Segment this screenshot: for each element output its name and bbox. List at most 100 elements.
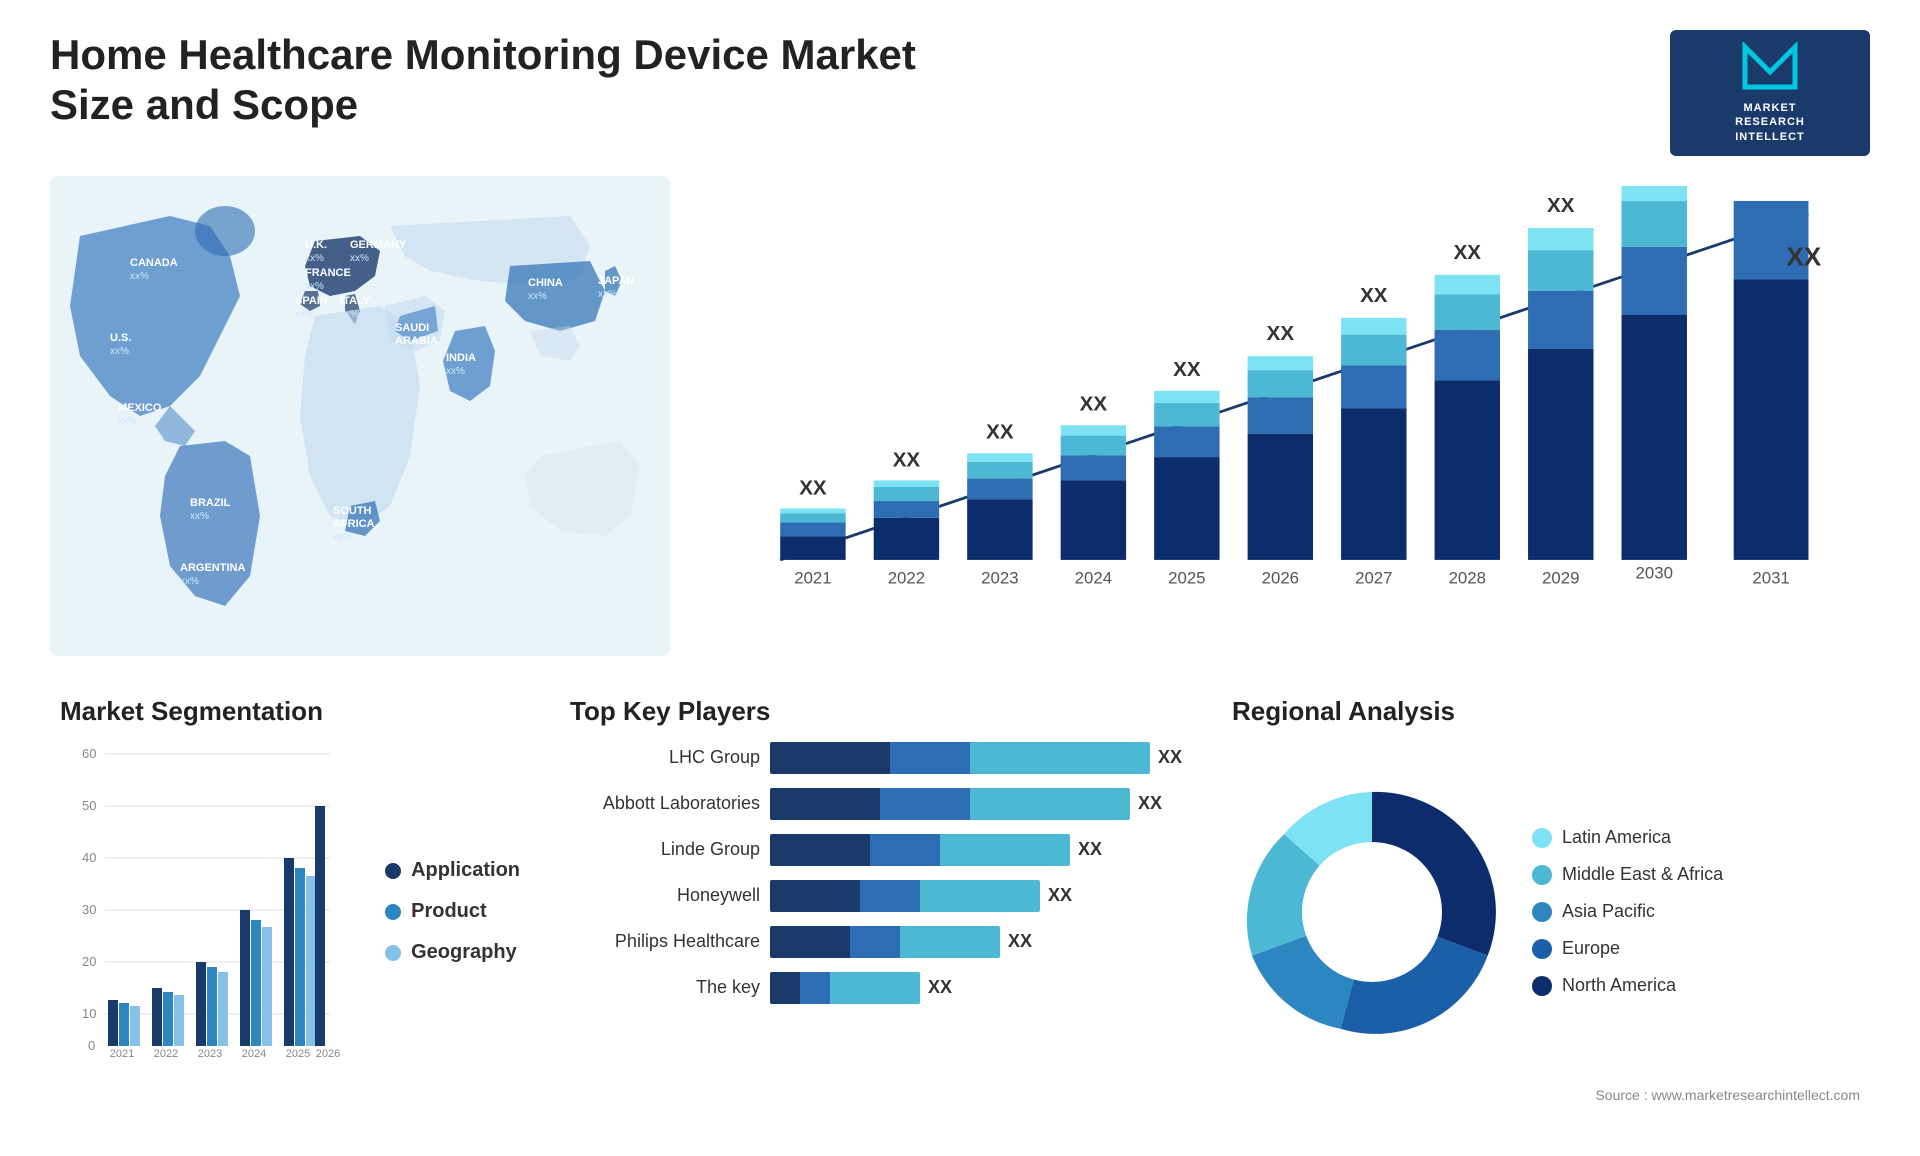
svg-text:XX: XX xyxy=(799,476,827,499)
page-title: Home Healthcare Monitoring Device Market… xyxy=(50,30,950,131)
bar-seg2 xyxy=(860,880,920,912)
japan-val: xx% xyxy=(598,289,617,300)
player-name: Abbott Laboratories xyxy=(570,793,760,814)
players-title: Top Key Players xyxy=(570,696,1182,727)
svg-text:2031: 2031 xyxy=(1752,568,1789,587)
player-name: Linde Group xyxy=(570,839,760,860)
player-bar xyxy=(770,742,1150,774)
svg-text:XX: XX xyxy=(1173,358,1201,381)
bar-seg2 xyxy=(890,742,970,774)
svg-text:2023: 2023 xyxy=(981,568,1018,587)
france-val: xx% xyxy=(305,281,324,292)
player-row: Linde Group XX xyxy=(570,834,1182,866)
svg-text:10: 10 xyxy=(82,1006,96,1021)
player-val: XX xyxy=(1048,885,1072,906)
germany-label: GERMANY xyxy=(350,239,407,251)
uk-label: U.K. xyxy=(305,239,327,251)
donut-chart xyxy=(1232,772,1512,1052)
svg-text:XX: XX xyxy=(1786,241,1821,271)
southafrica-label2: AFRICA xyxy=(333,518,375,530)
geography-dot xyxy=(385,945,401,961)
canada-val: xx% xyxy=(130,271,149,282)
seg-legend: Application Product Geography xyxy=(375,742,520,1082)
bar-seg3 xyxy=(830,972,920,1004)
player-bar-container: XX xyxy=(770,742,1182,774)
svg-text:20: 20 xyxy=(82,954,96,969)
bar-seg2 xyxy=(880,788,970,820)
donut-svg xyxy=(1232,772,1512,1052)
southafrica-label: SOUTH xyxy=(333,505,372,517)
svg-text:2024: 2024 xyxy=(242,1048,266,1060)
italy-val: xx% xyxy=(340,309,359,320)
svg-text:0: 0 xyxy=(88,1038,95,1053)
bar-seg1 xyxy=(770,926,850,958)
latam-dot xyxy=(1532,828,1552,848)
product-label: Product xyxy=(411,900,487,923)
donut-hole xyxy=(1302,842,1442,982)
svg-text:50: 50 xyxy=(82,798,96,813)
asiapacific-dot xyxy=(1532,902,1552,922)
svg-text:XX: XX xyxy=(1547,194,1575,217)
brazil-label: BRAZIL xyxy=(190,497,231,509)
france-label: FRANCE xyxy=(305,267,351,279)
saudi-val: xx% xyxy=(395,349,414,360)
japan-label: JAPAN xyxy=(598,275,635,287)
bar-seg2 xyxy=(850,926,900,958)
segmentation-section: Market Segmentation 60 50 40 30 20 10 0 xyxy=(50,686,530,1126)
seg-inner: 60 50 40 30 20 10 0 xyxy=(60,742,520,1082)
svg-text:2021: 2021 xyxy=(794,568,831,587)
player-bar-container: XX xyxy=(770,788,1182,820)
application-label: Application xyxy=(411,859,520,882)
bar-seg3 xyxy=(920,880,1040,912)
player-val: XX xyxy=(1158,747,1182,768)
china-label: CHINA xyxy=(528,277,563,289)
player-name: Philips Healthcare xyxy=(570,931,760,952)
latam-label: Latin America xyxy=(1562,827,1671,848)
logo-area: MARKET RESEARCH INTELLECT xyxy=(1670,30,1870,156)
bar-seg1 xyxy=(770,742,890,774)
player-bar-container: XX xyxy=(770,834,1182,866)
saudi-label: SAUDI xyxy=(395,322,429,334)
svg-text:40: 40 xyxy=(82,850,96,865)
svg-text:2026: 2026 xyxy=(1262,568,1299,587)
player-row: Honeywell XX xyxy=(570,880,1182,912)
svg-text:2026: 2026 xyxy=(316,1048,340,1060)
player-row: The key XX xyxy=(570,972,1182,1004)
svg-text:XX: XX xyxy=(1267,322,1295,345)
player-val: XX xyxy=(1078,839,1102,860)
spain-label: SPAIN xyxy=(295,295,328,307)
svg-text:2023: 2023 xyxy=(198,1048,222,1060)
bar-chart-svg: XX 2021 XX 2022 XX 2023 xyxy=(720,186,1850,616)
bar-seg1 xyxy=(770,880,860,912)
uk-val: xx% xyxy=(305,253,324,264)
legend-product: Product xyxy=(385,900,520,923)
bar-seg3 xyxy=(940,834,1070,866)
svg-text:XX: XX xyxy=(1454,241,1482,264)
player-bar xyxy=(770,834,1070,866)
northamerica-label: North America xyxy=(1562,975,1676,996)
page-container: Home Healthcare Monitoring Device Market… xyxy=(0,0,1920,1156)
player-row: Philips Healthcare XX xyxy=(570,926,1182,958)
player-bar-container: XX xyxy=(770,972,1182,1004)
map-section: CANADA xx% U.S. xx% MEXICO xx% BRAZIL xx… xyxy=(50,176,670,656)
italy-label: ITALY xyxy=(340,295,371,307)
bar-seg1 xyxy=(770,788,880,820)
svg-text:2030: 2030 xyxy=(1636,563,1673,582)
mexico-label: MEXICO xyxy=(118,402,162,414)
player-bar xyxy=(770,788,1130,820)
bar-chart-section: XX 2021 XX 2022 XX 2023 xyxy=(700,176,1870,656)
reg-legend-latam: Latin America xyxy=(1532,827,1723,848)
product-dot xyxy=(385,904,401,920)
reg-legend-northamerica: North America xyxy=(1532,975,1723,996)
svg-text:XX: XX xyxy=(986,420,1014,443)
player-row: LHC Group XX xyxy=(570,742,1182,774)
logo-text: MARKET RESEARCH INTELLECT xyxy=(1688,101,1852,144)
regional-title: Regional Analysis xyxy=(1232,696,1860,727)
svg-text:2021: 2021 xyxy=(110,1048,134,1060)
asiapacific-label: Asia Pacific xyxy=(1562,901,1655,922)
svg-text:2025: 2025 xyxy=(286,1048,310,1060)
player-bar-container: XX xyxy=(770,926,1182,958)
logo-letter xyxy=(1688,42,1852,101)
bar-seg3 xyxy=(900,926,1000,958)
regional-section: Regional Analysis xyxy=(1222,686,1870,1126)
